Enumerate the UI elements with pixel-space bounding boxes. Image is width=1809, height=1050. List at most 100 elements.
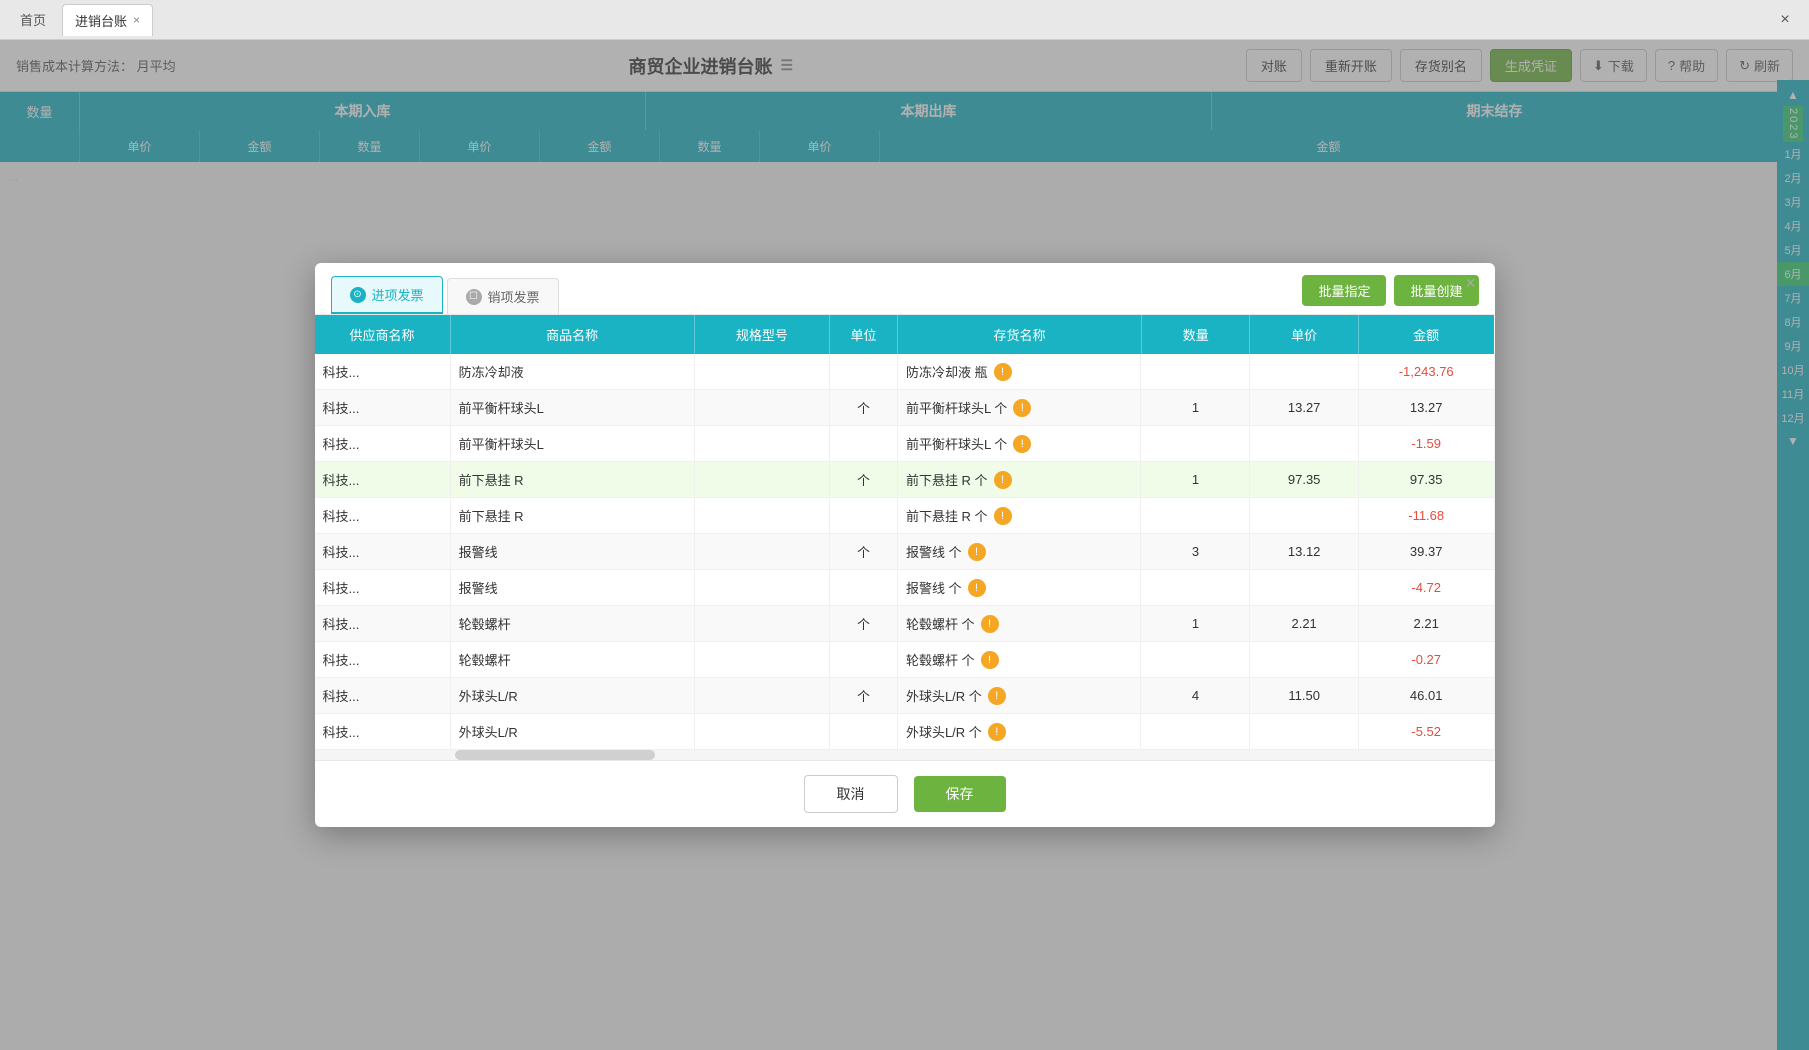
cell-inventory: 前下悬挂 R 个!	[898, 462, 1142, 497]
cell-product: 前下悬挂 R	[450, 498, 694, 534]
col-unit: 单位	[830, 315, 898, 354]
modal-action-buttons: 批量指定 批量创建	[1302, 275, 1478, 314]
cell-product: 报警线	[450, 570, 694, 606]
cell-price: 11.50	[1250, 678, 1358, 714]
warning-icon: !	[968, 543, 986, 561]
cell-spec	[694, 498, 830, 534]
cell-inventory: 前平衡杆球头L 个!	[898, 390, 1142, 425]
modal-table-scroll[interactable]: 供应商名称 商品名称 规格型号 单位 存货名称 数量 单价 金额	[315, 315, 1495, 750]
warning-icon: !	[994, 507, 1012, 525]
cell-qty: 1	[1141, 390, 1249, 426]
table-row: 科技...外球头L/R外球头L/R 个!-5.52	[315, 714, 1495, 750]
cell-product: 防冻冷却液	[450, 354, 694, 390]
cell-product: 外球头L/R	[450, 714, 694, 750]
cell-amount: -4.72	[1358, 570, 1494, 606]
modal-footer: 取消 保存	[315, 760, 1495, 827]
cell-amount: -11.68	[1358, 498, 1494, 534]
cell-supplier: 科技...	[315, 678, 451, 714]
modal-header: ⊙ 进项发票 ☐ 销项发票 批量指定 批量创建 ×	[315, 263, 1495, 315]
modal-table-container: 供应商名称 商品名称 规格型号 单位 存货名称 数量 单价 金额	[315, 315, 1495, 760]
cell-qty	[1141, 498, 1249, 534]
horizontal-scrollbar[interactable]	[315, 750, 1495, 760]
incoming-invoice-icon: ⊙	[350, 287, 366, 303]
cell-price: 13.12	[1250, 534, 1358, 570]
cell-inventory: 前下悬挂 R 个!	[898, 498, 1142, 533]
table-row: 科技...报警线个报警线 个!313.1239.37	[315, 534, 1495, 570]
warning-icon: !	[1013, 435, 1031, 453]
modal-close-button[interactable]: ×	[1459, 271, 1483, 295]
cell-inventory: 轮毂螺杆 个!	[898, 606, 1142, 641]
cell-price: 2.21	[1250, 606, 1358, 642]
scrollbar-thumb	[455, 750, 655, 760]
cell-price	[1250, 570, 1358, 606]
batch-assign-button[interactable]: 批量指定	[1302, 275, 1386, 306]
cell-product: 前平衡杆球头L	[450, 426, 694, 462]
cell-unit	[830, 426, 898, 462]
cell-spec	[694, 426, 830, 462]
cell-price: 13.27	[1250, 390, 1358, 426]
cell-price	[1250, 642, 1358, 678]
cell-price	[1250, 498, 1358, 534]
col-supplier: 供应商名称	[315, 315, 451, 354]
cell-product: 报警线	[450, 534, 694, 570]
cell-amount: 97.35	[1358, 462, 1494, 498]
cell-qty: 1	[1141, 462, 1249, 498]
tab-close-icon[interactable]: ×	[133, 13, 140, 27]
cell-qty	[1141, 714, 1249, 750]
cell-unit: 个	[830, 462, 898, 498]
col-product: 商品名称	[450, 315, 694, 354]
cell-inventory: 轮毂螺杆 个!	[898, 642, 1142, 677]
cell-product: 前平衡杆球头L	[450, 390, 694, 426]
outgoing-invoice-icon: ☐	[466, 289, 482, 305]
app-close-button[interactable]: ×	[1769, 4, 1801, 36]
col-qty: 数量	[1141, 315, 1249, 354]
tab-outgoing-invoice[interactable]: ☐ 销项发票	[447, 278, 559, 314]
cell-spec	[694, 714, 830, 750]
tab-ledger-label: 进销台账	[75, 11, 127, 30]
cell-price	[1250, 714, 1358, 750]
cell-unit	[830, 714, 898, 750]
cell-price	[1250, 426, 1358, 462]
cell-spec	[694, 642, 830, 678]
table-row: 科技...轮毂螺杆轮毂螺杆 个!-0.27	[315, 642, 1495, 678]
table-row: 科技...前平衡杆球头L前平衡杆球头L 个!-1.59	[315, 426, 1495, 462]
warning-icon: !	[988, 723, 1006, 741]
cell-amount: 46.01	[1358, 678, 1494, 714]
cell-amount: -1.59	[1358, 426, 1494, 462]
cell-inventory: 防冻冷却液 瓶!	[898, 354, 1142, 389]
tab-ledger[interactable]: 进销台账 ×	[62, 4, 153, 36]
cell-product: 轮毂螺杆	[450, 606, 694, 642]
modal-dialog: ⊙ 进项发票 ☐ 销项发票 批量指定 批量创建 ×	[315, 263, 1495, 827]
cell-spec	[694, 678, 830, 714]
cell-unit	[830, 642, 898, 678]
table-row: 科技...防冻冷却液防冻冷却液 瓶!-1,243.76	[315, 354, 1495, 390]
table-row: 科技...前下悬挂 R前下悬挂 R 个!-11.68	[315, 498, 1495, 534]
cell-supplier: 科技...	[315, 606, 451, 642]
cell-unit	[830, 354, 898, 390]
cell-supplier: 科技...	[315, 570, 451, 606]
cell-product: 前下悬挂 R	[450, 462, 694, 498]
warning-icon: !	[981, 615, 999, 633]
table-row: 科技...轮毂螺杆个轮毂螺杆 个!12.212.21	[315, 606, 1495, 642]
cell-qty	[1141, 642, 1249, 678]
cell-supplier: 科技...	[315, 390, 451, 426]
cell-inventory: 报警线 个!	[898, 570, 1142, 605]
tab-home[interactable]: 首页	[8, 4, 58, 36]
cell-supplier: 科技...	[315, 714, 451, 750]
cell-supplier: 科技...	[315, 426, 451, 462]
cell-supplier: 科技...	[315, 354, 451, 390]
warning-icon: !	[994, 363, 1012, 381]
cell-qty	[1141, 354, 1249, 390]
tab-incoming-invoice[interactable]: ⊙ 进项发票	[331, 276, 443, 314]
save-button[interactable]: 保存	[914, 776, 1006, 812]
col-amount: 金额	[1358, 315, 1494, 354]
cell-unit: 个	[830, 534, 898, 570]
outgoing-invoice-label: 销项发票	[488, 287, 540, 306]
cancel-button[interactable]: 取消	[804, 775, 898, 813]
cell-price: 97.35	[1250, 462, 1358, 498]
cell-product: 轮毂螺杆	[450, 642, 694, 678]
cell-qty: 1	[1141, 606, 1249, 642]
warning-icon: !	[981, 651, 999, 669]
cell-supplier: 科技...	[315, 534, 451, 570]
cell-price	[1250, 354, 1358, 390]
